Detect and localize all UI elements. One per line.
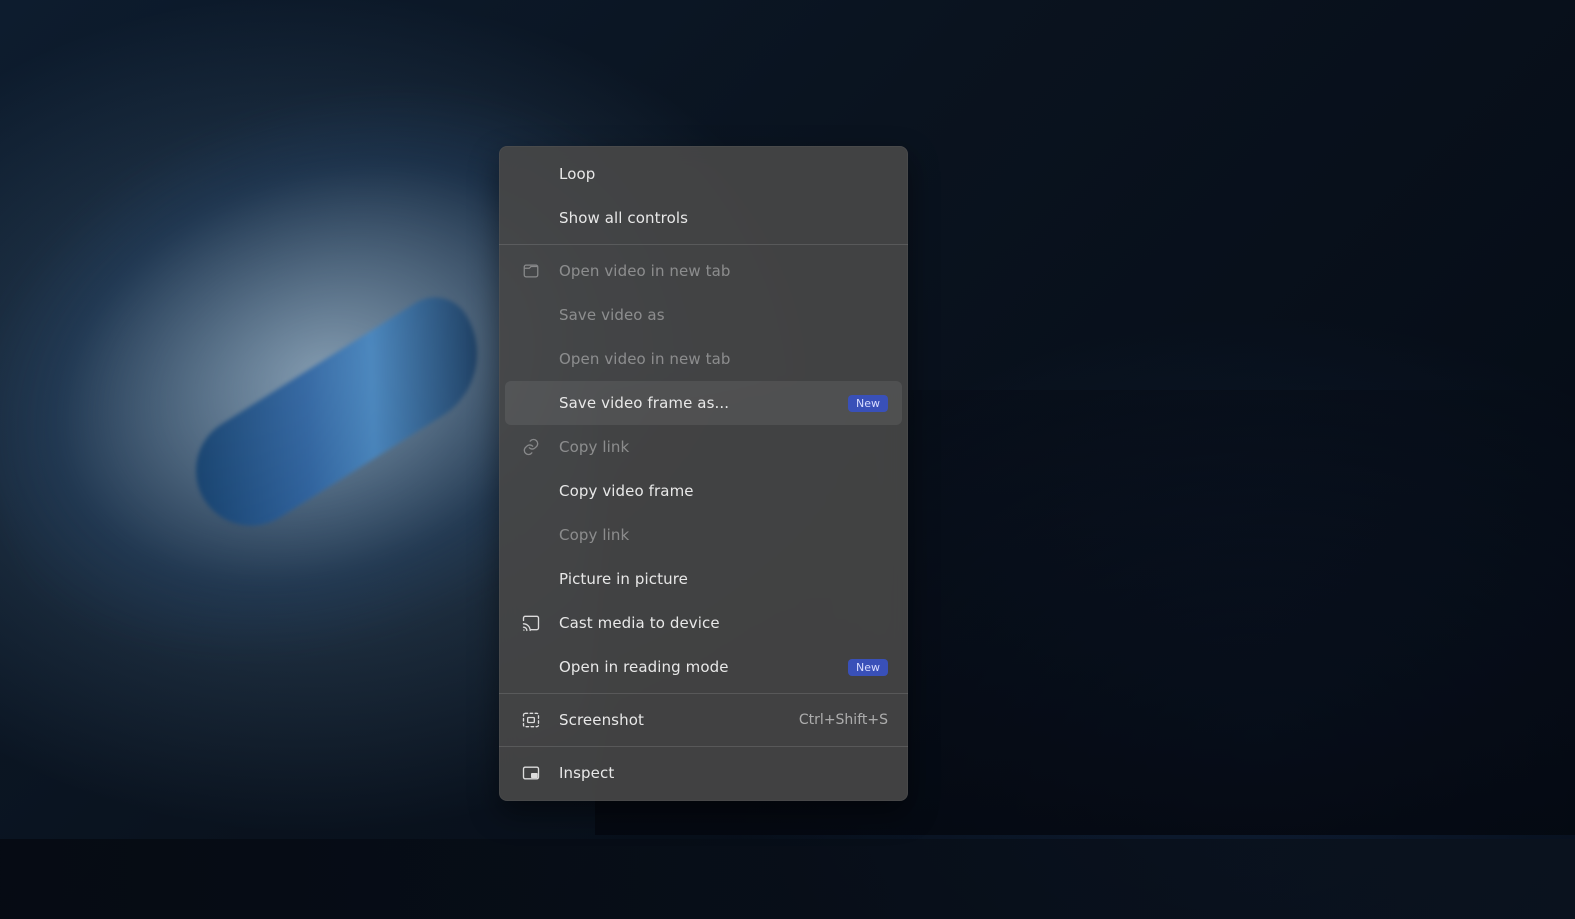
menu-item-open-video-new-tab[interactable]: Open video in new tab	[505, 249, 902, 293]
menu-item-label: Save video frame as...	[559, 394, 838, 412]
background-bottom-bar	[0, 839, 1575, 919]
menu-item-label: Loop	[559, 165, 888, 183]
new-badge: New	[848, 395, 888, 412]
menu-item-label: Show all controls	[559, 209, 888, 227]
menu-item-label: Picture in picture	[559, 570, 888, 588]
menu-divider	[499, 244, 908, 245]
menu-item-copy-link[interactable]: Copy link	[505, 425, 902, 469]
menu-item-label: Save video as	[559, 306, 888, 324]
menu-item-inspect[interactable]: Inspect	[505, 751, 902, 795]
link-icon	[519, 435, 543, 459]
new-badge: New	[848, 659, 888, 676]
menu-item-save-video-as[interactable]: Save video as	[505, 293, 902, 337]
menu-item-save-video-frame-as[interactable]: Save video frame as... New	[505, 381, 902, 425]
cast-icon	[519, 611, 543, 635]
menu-item-copy-video-frame[interactable]: Copy video frame	[505, 469, 902, 513]
menu-divider	[499, 693, 908, 694]
menu-item-cast-media[interactable]: Cast media to device	[505, 601, 902, 645]
menu-item-show-all-controls[interactable]: Show all controls	[505, 196, 902, 240]
menu-item-label: Open video in new tab	[559, 262, 888, 280]
menu-item-label: Copy video frame	[559, 482, 888, 500]
tab-icon	[519, 259, 543, 283]
menu-item-open-reading-mode[interactable]: Open in reading mode New	[505, 645, 902, 689]
menu-item-label: Open in reading mode	[559, 658, 838, 676]
menu-item-picture-in-picture[interactable]: Picture in picture	[505, 557, 902, 601]
menu-item-open-video-new-tab-2[interactable]: Open video in new tab	[505, 337, 902, 381]
menu-item-label: Screenshot	[559, 711, 787, 729]
menu-item-loop[interactable]: Loop	[505, 152, 902, 196]
screenshot-icon	[519, 708, 543, 732]
menu-item-screenshot[interactable]: Screenshot Ctrl+Shift+S	[505, 698, 902, 742]
menu-item-label: Open video in new tab	[559, 350, 888, 368]
menu-divider	[499, 746, 908, 747]
menu-item-label: Copy link	[559, 526, 888, 544]
menu-item-label: Copy link	[559, 438, 888, 456]
inspect-icon	[519, 761, 543, 785]
menu-item-copy-link-2[interactable]: Copy link	[505, 513, 902, 557]
menu-item-label: Inspect	[559, 764, 888, 782]
menu-item-shortcut: Ctrl+Shift+S	[799, 712, 888, 728]
menu-item-label: Cast media to device	[559, 614, 888, 632]
video-context-menu: Loop Show all controls Open video in new…	[499, 146, 908, 801]
